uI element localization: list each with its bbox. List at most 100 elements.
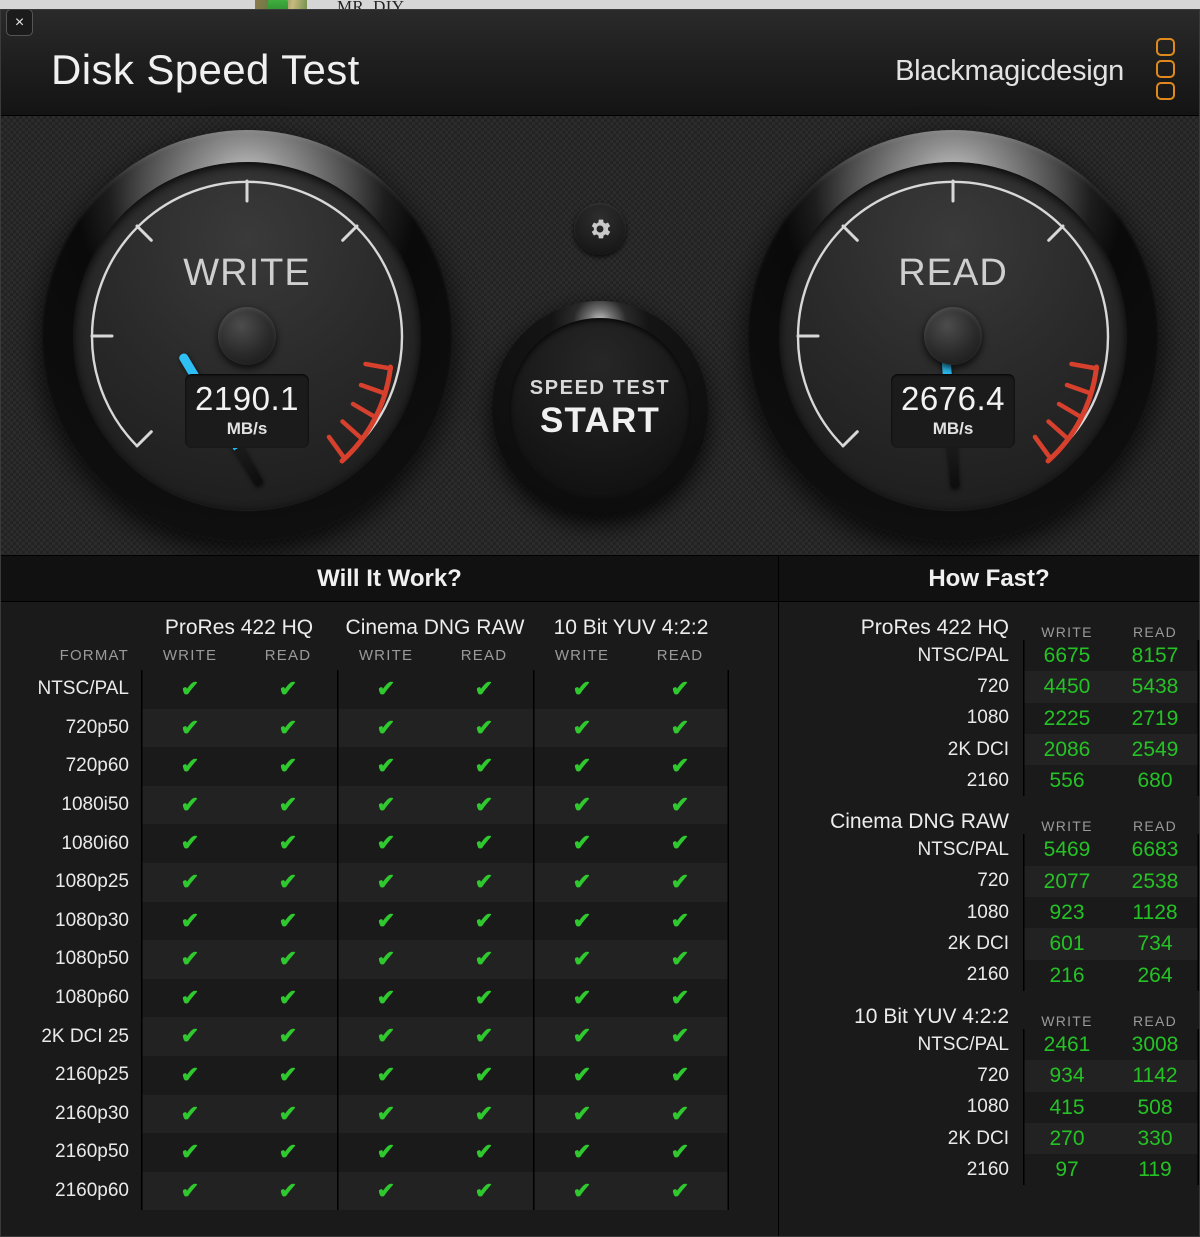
write-speed-value: 601 [1023,928,1111,960]
support-check-cell: ✔ [337,747,435,786]
format-label: 2160p60 [55,1180,129,1202]
write-value: 2190.1 [195,380,299,417]
write-gauge: WRITE 2190.1 MB/s [41,130,453,542]
support-check-cell: ✔ [631,1171,729,1211]
format-label: NTSC/PAL [37,678,129,700]
will-it-work-title: Will It Work? [317,564,462,592]
write-unit: MB/s [226,419,268,438]
support-check-cell: ✔ [141,1056,239,1095]
support-check-cell: ✔ [141,1094,239,1134]
support-check-cell: ✔ [278,753,298,779]
table-row: 720 934 1142 [779,1060,1199,1092]
support-check-cell: ✔ [631,1133,729,1172]
format-label: 2160p25 [55,1064,129,1086]
how-fast-section: 10 Bit YUV 4:2:2 WRITE READ NTSC/PAL 2461 300… [779,995,1199,1185]
support-check-cell: ✔ [533,708,631,748]
support-check-cell: ✔ [141,747,239,786]
support-check-cell: ✔ [141,862,239,902]
table-row: 2160p25 ✔ ✔ ✔ ✔ ✔ ✔ [1,1056,778,1095]
write-speed-value: 216 [1023,960,1111,991]
support-check-cell: ✔ [337,670,435,709]
table-row: NTSC/PAL 5469 6683 [779,834,1199,865]
will-it-work-panel: Will It Work? ProRes 422 HQ Cinema DNG RA… [1,556,779,1236]
support-check-cell: ✔ [631,1056,729,1095]
support-check-cell: ✔ [239,940,337,979]
write-gauge-hub [218,307,276,365]
table-row: 1080 923 1128 [779,897,1199,928]
resolution-label: 2K DCI [947,1127,1009,1149]
format-label: 1080p50 [55,948,129,970]
read-unit: MB/s [932,419,974,438]
support-check-cell: ✔ [631,940,729,979]
how-fast-section-header: ProRes 422 HQ WRITE READ [779,606,1199,640]
table-row: NTSC/PAL 2461 3008 [779,1029,1199,1060]
write-speed-value: 2077 [1023,865,1111,898]
resolution-label: 1080 [966,1096,1009,1118]
support-check-cell: ✔ [141,824,239,863]
support-check-cell: ✔ [474,830,494,856]
table-row: 2160 556 680 [779,765,1199,796]
read-speed-value: 2719 [1111,703,1199,734]
table-row: 1080i60 ✔ ✔ ✔ ✔ ✔ ✔ [1,824,778,863]
support-check-cell: ✔ [141,1017,239,1056]
support-check-cell: ✔ [631,785,729,825]
read-speed-value: 8157 [1111,640,1199,671]
table-row: 1080i50 ✔ ✔ ✔ ✔ ✔ ✔ [1,785,778,825]
settings-button[interactable] [574,203,626,255]
support-check-cell: ✔ [141,670,239,709]
support-check-cell: ✔ [435,1171,533,1211]
table-row: 2160p30 ✔ ✔ ✔ ✔ ✔ ✔ [1,1094,778,1134]
support-check-cell: ✔ [337,824,435,863]
speed-test-start-button[interactable]: SPEED TEST START [492,301,708,517]
support-check-cell: ✔ [474,1061,494,1087]
write-speed-value: 934 [1023,1060,1111,1092]
table-row: 1080 2225 2719 [779,703,1199,734]
support-check-cell: ✔ [141,785,239,825]
read-speed-value: 5438 [1111,671,1199,703]
how-fast-section-header: Cinema DNG RAW WRITE READ [779,800,1199,834]
table-row: NTSC/PAL ✔ ✔ ✔ ✔ ✔ ✔ [1,670,778,709]
support-check-cell: ✔ [533,862,631,902]
write-speed-value: 6675 [1023,640,1111,671]
table-row: 720p60 ✔ ✔ ✔ ✔ ✔ ✔ [1,747,778,786]
close-icon[interactable]: × [6,10,33,36]
gauge-panel: WRITE 2190.1 MB/s SPEED TEST START READ … [1,116,1199,556]
support-check-cell: ✔ [533,1056,631,1095]
format-column-header: FORMAT [59,646,129,664]
support-check-cell: ✔ [631,670,729,709]
support-check-cell: ✔ [435,1094,533,1134]
write-speed-value: 2086 [1023,733,1111,766]
support-check-cell: ✔ [337,1017,435,1056]
support-check-cell: ✔ [337,979,435,1018]
support-check-cell: ✔ [631,747,729,786]
format-label: 1080i50 [61,794,129,816]
read-speed-value: 3008 [1111,1029,1199,1060]
format-label: 2160p30 [55,1102,129,1124]
write-column-header: WRITE [1041,818,1093,835]
codec-group-label: ProRes 422 HQ [164,616,314,639]
read-speed-value: 264 [1111,960,1199,991]
format-label: 720p50 [65,716,129,738]
write-speed-value: 556 [1023,765,1111,796]
table-row: 2160p50 ✔ ✔ ✔ ✔ ✔ ✔ [1,1133,778,1172]
support-check-cell: ✔ [435,940,533,979]
write-speed-value: 415 [1023,1092,1111,1123]
format-label: 1080i60 [61,832,129,854]
support-check-cell: ✔ [141,1171,239,1211]
table-row: 2K DCI 601 734 [779,928,1199,960]
gear-icon [591,219,611,239]
support-check-cell: ✔ [533,940,631,979]
title-bar: × Disk Speed Test Blackmagicdesign [1,10,1199,116]
support-check-cell: ✔ [533,902,631,941]
read-speed-value: 2538 [1111,865,1199,898]
write-column-header: WRITE [162,646,218,664]
support-check-cell: ✔ [533,824,631,863]
format-label: 2160p50 [55,1141,129,1163]
support-check-cell: ✔ [337,1171,435,1211]
support-check-cell: ✔ [533,670,631,709]
support-check-cell: ✔ [337,708,435,748]
support-check-cell: ✔ [278,830,298,856]
brand-logo-icon [1156,38,1175,100]
resolution-label: 720 [977,870,1009,892]
read-column-header: READ [1132,624,1178,640]
